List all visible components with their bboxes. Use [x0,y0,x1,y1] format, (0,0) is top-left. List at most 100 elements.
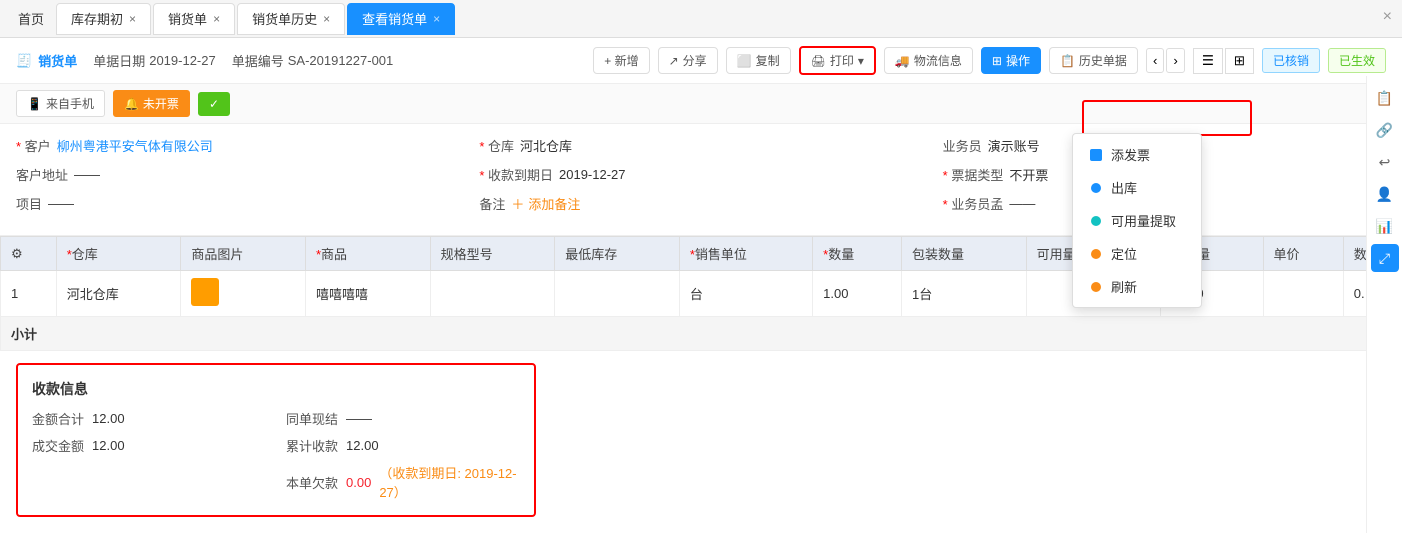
subtotal-row: 小计 [1,317,1402,351]
sidebar-expand-button[interactable]: ⤢ [1371,244,1399,272]
outbound-icon [1089,181,1103,195]
copy-button[interactable]: ⬜ 复制 [726,47,791,74]
sidebar-icon-4[interactable]: 👤 [1371,180,1399,208]
warehouse-field: 仓库 河北仓库 [479,136,922,155]
tab-view-sales[interactable]: 查看销货单 × [347,3,455,35]
customer-value[interactable]: 柳州粤港平安气体有限公司 [57,136,213,155]
available-qty-label: 可用量提取 [1111,211,1176,230]
doc-header: 🧾 销货单 单据日期 2019-12-27 单据编号 SA-20191227-0… [0,38,1402,84]
dropdown-outbound[interactable]: 出库 [1073,171,1201,204]
col-min-stock: 最低库存 [555,237,680,271]
tab-bar: 首页 库存期初 × 销货单 × 销货单历史 × 查看销货单 × × [0,0,1402,38]
salesman2-value: —— [1009,196,1035,211]
summary-same-order-settle: 同单现结 —— [286,409,520,428]
copy-icon: ⬜ [737,54,752,68]
inventory-init-label: 库存期初 [71,9,123,28]
tab-sales-order[interactable]: 销货单 × [153,3,235,35]
cell-spec [430,271,555,317]
sales-order-label: 销货单 [168,9,207,28]
order-owed-value: 0.00 [346,475,371,490]
sidebar-icon-2[interactable]: 🔗 [1371,116,1399,144]
cell-min-stock [555,271,680,317]
tab-home[interactable]: 首页 [8,3,54,35]
ops-icon: ⊞ [992,54,1002,68]
col-settings[interactable]: ⚙ [1,237,57,271]
share-button[interactable]: ↗ 分享 [658,47,718,74]
dropdown-available-qty[interactable]: 可用量提取 [1073,204,1201,237]
cell-qty: 1.00 [813,271,902,317]
cell-product-img [181,271,306,317]
col-warehouse: *仓库 [56,237,181,271]
warehouse-value: 河北仓库 [520,136,572,155]
dropdown-refresh[interactable]: 刷新 [1073,270,1201,303]
history-button[interactable]: 📋 历史单据 [1049,47,1138,74]
deal-amount-label: 成交金额 [32,436,84,455]
logistics-button[interactable]: 🚚 物流信息 [884,47,973,74]
tab-inventory-init[interactable]: 库存期初 × [56,3,151,35]
ticket-icon: 🔔 [124,97,139,111]
sidebar-icon-5[interactable]: 📊 [1371,212,1399,240]
project-field: 项目 —— [16,194,459,213]
salesman-label: 业务员 [943,136,982,155]
from-phone-button[interactable]: 📱 来自手机 [16,90,105,117]
window-close-button[interactable]: × [1383,8,1392,26]
home-tab-label: 首页 [18,9,44,28]
product-image [191,278,219,306]
tab-sales-history[interactable]: 销货单历史 × [237,3,345,35]
plus-icon: ＋ [511,194,524,213]
ticket-type-value: 不开票 [1009,165,1048,184]
summary-title: 收款信息 [32,379,520,399]
add-note-button[interactable]: ＋ 添加备注 [511,194,580,213]
same-order-settle-value: —— [346,411,372,426]
ticket-type-label: 票据类型 [943,165,1004,184]
main-content: 🧾 销货单 单据日期 2019-12-27 单据编号 SA-20191227-0… [0,38,1402,533]
address-value: —— [74,167,100,182]
doc-date-label: 单据日期 2019-12-27 [93,51,216,70]
summary-total-amount: 金额合计 12.00 [32,409,266,428]
col-unit-price: 单价 [1263,237,1343,271]
verify-button[interactable]: ✓ [198,92,230,116]
doc-date-value: 2019-12-27 [149,53,216,68]
close-history-tab[interactable]: × [323,12,330,26]
refresh-icon [1089,280,1103,294]
sidebar-icon-1[interactable]: 📋 [1371,84,1399,112]
cell-no: 1 [1,271,57,317]
total-collected-value: 12.00 [346,438,379,453]
summary-grid: 金额合计 12.00 同单现结 —— 成交金额 12.00 累计收款 12.00… [32,409,520,501]
cell-product: 嘻嘻嘻嘻 [305,271,430,317]
summary-deal-amount: 成交金额 12.00 [32,436,266,455]
ops-button[interactable]: ⊞ 操作 [981,47,1041,74]
total-amount-label: 金额合计 [32,409,84,428]
nav-arrows: ‹ › [1146,48,1185,73]
cell-unit-price [1263,271,1343,317]
note-label: 备注 [479,194,505,213]
project-label: 项目 [16,194,42,213]
close-inventory-tab[interactable]: × [129,12,136,26]
prev-button[interactable]: ‹ [1146,48,1164,73]
address-field: 客户地址 —— [16,165,459,184]
dropdown-locate[interactable]: 定位 [1073,237,1201,270]
summary-order-owed: 本单欠款 0.00 （收款到期日: 2019-12-27） [286,463,520,501]
doc-number-value: SA-20191227-001 [288,53,394,68]
due-date-value: 2019-12-27 [559,167,626,182]
next-button[interactable]: › [1166,48,1184,73]
phone-icon: 📱 [27,97,42,111]
due-date-field: 收款到期日 2019-12-27 [479,165,922,184]
list-view-button[interactable]: ☰ [1193,48,1223,74]
close-sales-tab[interactable]: × [213,12,220,26]
print-button[interactable]: 🖨 打印 ▾ [799,46,876,75]
dropdown-add-invoice[interactable]: 添发票 [1073,138,1201,171]
not-open-button[interactable]: 🔔 未开票 [113,90,190,117]
share-icon: ↗ [669,54,679,68]
project-value: —— [48,196,74,211]
customer-field: 客户 柳州粤港平安气体有限公司 [16,136,459,155]
add-button[interactable]: + 新增 [593,47,649,74]
close-view-sales-tab[interactable]: × [433,12,440,26]
sales-history-label: 销货单历史 [252,9,317,28]
doc-type-label: 销货单 [38,51,77,70]
sidebar-icon-3[interactable]: ↩ [1371,148,1399,176]
grid-view-button[interactable]: ⊞ [1225,48,1254,74]
order-owed-suffix: （收款到期日: 2019-12-27） [379,463,520,501]
summary-total-collected: 累计收款 12.00 [286,436,520,455]
outbound-label: 出库 [1111,178,1137,197]
